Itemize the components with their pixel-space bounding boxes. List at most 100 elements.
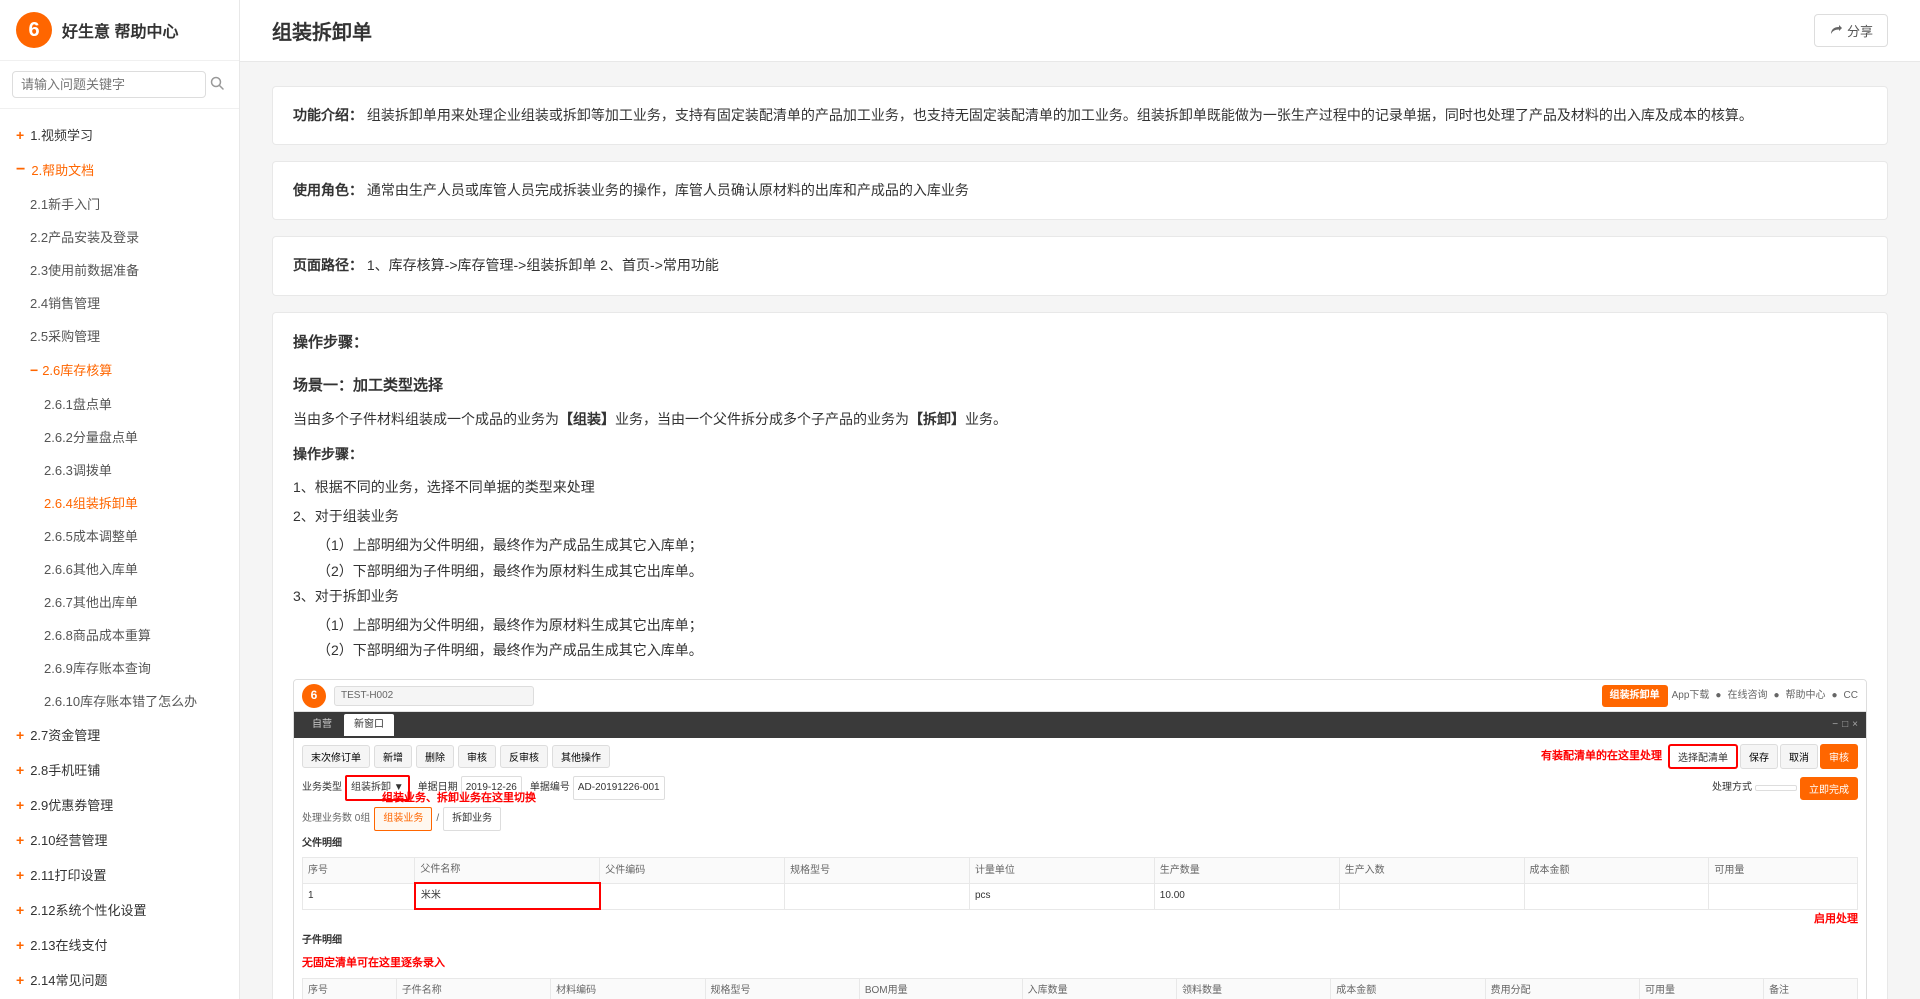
sidebar-item-2-14[interactable]: + 2.14常见问题 — [0, 962, 239, 997]
search-box — [0, 61, 239, 109]
sidebar-item-2-6-2[interactable]: 2.6.2分量盘点单 — [0, 420, 239, 453]
func-intro-block: 功能介绍： 组装拆卸单用来处理企业组装或拆卸等加工业务，支持有固定装配清单的产品… — [272, 86, 1888, 145]
expand-icon-help: − — [16, 162, 25, 178]
sidebar: 6 好生意 帮助中心 + 1.视频学习 − 2.帮助文档 — [0, 0, 240, 999]
sidebar-label-2-12: 2.12系统个性化设置 — [30, 900, 146, 919]
mock-btn-other[interactable]: 其他操作 — [552, 745, 610, 768]
sidebar-item-2-4[interactable]: 2.4销售管理 — [0, 286, 239, 319]
th-unit: 计量单位 — [969, 858, 1154, 884]
sidebar-item-2-6-10[interactable]: 2.6.10库存账本错了怎么办 — [0, 684, 239, 717]
logo-icon: 6 — [16, 12, 52, 48]
cell-cost — [1524, 883, 1709, 909]
search-button[interactable] — [206, 72, 228, 97]
mock-btn-delete[interactable]: 删除 — [416, 745, 454, 768]
tb-remark: 备注 — [1764, 978, 1858, 999]
share-button[interactable]: 分享 — [1814, 14, 1888, 47]
tb-cost-amt: 成本金额 — [1331, 978, 1485, 999]
sidebar-item-2-3[interactable]: 2.3使用前数据准备 — [0, 253, 239, 286]
tb-fee-alloc: 费用分配 — [1485, 978, 1639, 999]
expand-icon-2-12: + — [16, 902, 24, 918]
sidebar-nav: + 1.视频学习 − 2.帮助文档 2.1新手入门 2.2产品安装及登录 2.3… — [0, 109, 239, 999]
nav-section-help: − 2.帮助文档 2.1新手入门 2.2产品安装及登录 2.3使用前数据准备 2… — [0, 152, 239, 999]
mock-table-top: 序号 父件名称 父件编码 规格型号 计量单位 生产数量 生产入数 成本金额 可用… — [302, 857, 1858, 910]
annotation-type-text: 组装业务、拆卸业务在这里切换 — [382, 789, 536, 809]
screenshot-container: 6 TEST-H002 组装拆卸单 App下载●在线咨询●帮助中心●CC — [293, 679, 1867, 999]
step-3-1: （1）上部明细为父件明细，最终作为原材料生成其它出库单； — [293, 613, 1867, 638]
sidebar-item-2-5[interactable]: 2.5采购管理 — [0, 319, 239, 352]
mock-btn-confirm[interactable]: 立即完成 — [1800, 777, 1858, 800]
mock-tab-new[interactable]: 新窗口 — [344, 714, 394, 736]
expand-icon-2-7: + — [16, 727, 24, 743]
expand-icon-2-6: − — [30, 363, 38, 377]
main-area: 组装拆卸单 分享 功能介绍： 组装拆卸单用来处理企业组装或拆卸等加工业务，支持有… — [240, 0, 1920, 999]
mock-btn-cancel[interactable]: 取消 — [1780, 744, 1818, 769]
mock-table-top-label: 父件明细 — [302, 835, 1858, 853]
mock-switch-disassembly[interactable]: 拆卸业务 — [443, 807, 501, 831]
mock-btn-audit-right[interactable]: 审核 — [1820, 744, 1858, 769]
table-row: 1 米米 pcs 10.00 — [303, 883, 1858, 909]
sidebar-item-2-11[interactable]: + 2.11打印设置 — [0, 857, 239, 892]
mock-window-controls: − □ × — [1832, 716, 1858, 734]
mock-screenshot: 6 TEST-H002 组装拆卸单 App下载●在线咨询●帮助中心●CC — [294, 680, 1866, 999]
sub-children-2-6: 2.6.1盘点单 2.6.2分量盘点单 2.6.3调拨单 2.6.4组装拆卸单 … — [0, 387, 239, 717]
sidebar-item-2-6-3[interactable]: 2.6.3调拨单 — [0, 453, 239, 486]
tb-mat-code: 材料编码 — [551, 978, 705, 999]
mock-toolbar: 末次修订单 新增 删除 审核 反审核 其他操作 有装配清单的在这里处理 选择配清… — [302, 744, 1858, 769]
sidebar-item-2-6-9[interactable]: 2.6.9库存账本查询 — [0, 651, 239, 684]
mock-nav-icons: App下载●在线咨询●帮助中心●CC — [1672, 687, 1858, 705]
mock-btn-unaudit[interactable]: 反审核 — [500, 745, 548, 768]
form-no-input[interactable]: AD-20191226-001 — [573, 776, 665, 800]
sidebar-label-2-14: 2.14常见问题 — [30, 970, 107, 989]
th-cost: 成本金额 — [1524, 858, 1709, 884]
role-block: 使用角色： 通常由生产人员或库管人员完成拆装业务的操作，库管人员确认原材料的出库… — [272, 161, 1888, 220]
mock-btn-add[interactable]: 新增 — [374, 745, 412, 768]
mock-btn-audit[interactable]: 审核 — [458, 745, 496, 768]
mock-btn-new[interactable]: 末次修订单 — [302, 745, 370, 768]
sidebar-item-2-12[interactable]: + 2.12系统个性化设置 — [0, 892, 239, 927]
cell-seq: 1 — [303, 883, 415, 909]
mock-switch-assembly[interactable]: 组装业务 — [374, 807, 432, 831]
sidebar-item-2-6[interactable]: − 2.6库存核算 — [0, 352, 239, 387]
sidebar-item-2-6-1[interactable]: 2.6.1盘点单 — [0, 387, 239, 420]
sidebar-item-2-2[interactable]: 2.2产品安装及登录 — [0, 220, 239, 253]
sidebar-item-video[interactable]: + 1.视频学习 — [0, 117, 239, 152]
sidebar-item-2-1[interactable]: 2.1新手入门 — [0, 187, 239, 220]
sidebar-item-2-7[interactable]: + 2.7资金管理 — [0, 717, 239, 752]
mock-tab-self[interactable]: 自营 — [302, 714, 342, 736]
form-count-label: 处理方式 — [1712, 779, 1752, 797]
content-area: 功能介绍： 组装拆卸单用来处理企业组装或拆卸等加工业务，支持有固定装配清单的产品… — [240, 62, 1920, 999]
sidebar-item-2-6-5[interactable]: 2.6.5成本调整单 — [0, 519, 239, 552]
mock-btn-assign[interactable]: 选择配清单 — [1668, 744, 1738, 769]
tb-qty-pick: 领料数量 — [1176, 978, 1330, 999]
nav-section-video: + 1.视频学习 — [0, 117, 239, 152]
sidebar-item-2-13[interactable]: + 2.13在线支付 — [0, 927, 239, 962]
scene-title: 场景一：加工类型选择 — [293, 372, 1867, 399]
step-2-1: （1）上部明细为父件明细，最终作为产成品生成其它入库单； — [293, 533, 1867, 558]
th-qty-in: 生产入数 — [1339, 858, 1524, 884]
sidebar-item-help[interactable]: − 2.帮助文档 — [0, 152, 239, 187]
sidebar-item-2-10[interactable]: + 2.10经营管理 — [0, 822, 239, 857]
expand-icon-2-9: + — [16, 797, 24, 813]
sidebar-item-2-6-7[interactable]: 2.6.7其他出库单 — [0, 585, 239, 618]
sidebar-item-2-6-8[interactable]: 2.6.8商品成本重算 — [0, 618, 239, 651]
annotation-bottom: 无固定清单可在这里逐条录入 — [302, 954, 1858, 974]
mock-btn-save[interactable]: 保存 — [1740, 744, 1778, 769]
path-text: 1、库存核算->库存管理->组装拆卸单 2、首页->常用功能 — [367, 257, 719, 273]
ops-block: 操作步骤： 场景一：加工类型选择 当由多个子件材料组装成一个成品的业务为【组装】… — [272, 312, 1888, 999]
mock-switch-sep: / — [436, 810, 439, 828]
form-mode-input[interactable] — [1755, 785, 1797, 791]
step-3: 3、对于拆卸业务 — [293, 584, 1867, 609]
sidebar-item-2-8[interactable]: + 2.8手机旺铺 — [0, 752, 239, 787]
sidebar-item-2-9[interactable]: + 2.9优惠券管理 — [0, 787, 239, 822]
annotation-right: 启用处理 — [302, 910, 1858, 930]
sidebar-item-2-6-4[interactable]: 2.6.4组装拆卸单 — [0, 486, 239, 519]
th-seq: 序号 — [303, 858, 415, 884]
search-input[interactable] — [12, 71, 206, 98]
tb-qty-in: 入库数量 — [1022, 978, 1176, 999]
help-children: 2.1新手入门 2.2产品安装及登录 2.3使用前数据准备 2.4销售管理 2.… — [0, 187, 239, 999]
main-header: 组装拆卸单 分享 — [240, 0, 1920, 62]
sidebar-item-2-6-6[interactable]: 2.6.6其他入库单 — [0, 552, 239, 585]
scene-desc: 当由多个子件材料组装成一个成品的业务为【组装】业务，当由一个父件拆分成多个子产品… — [293, 407, 1867, 432]
sidebar-label-2-7: 2.7资金管理 — [30, 725, 100, 744]
steps-list: 1、根据不同的业务，选择不同单据的类型来处理 2、对于组装业务 （1）上部明细为… — [293, 475, 1867, 663]
